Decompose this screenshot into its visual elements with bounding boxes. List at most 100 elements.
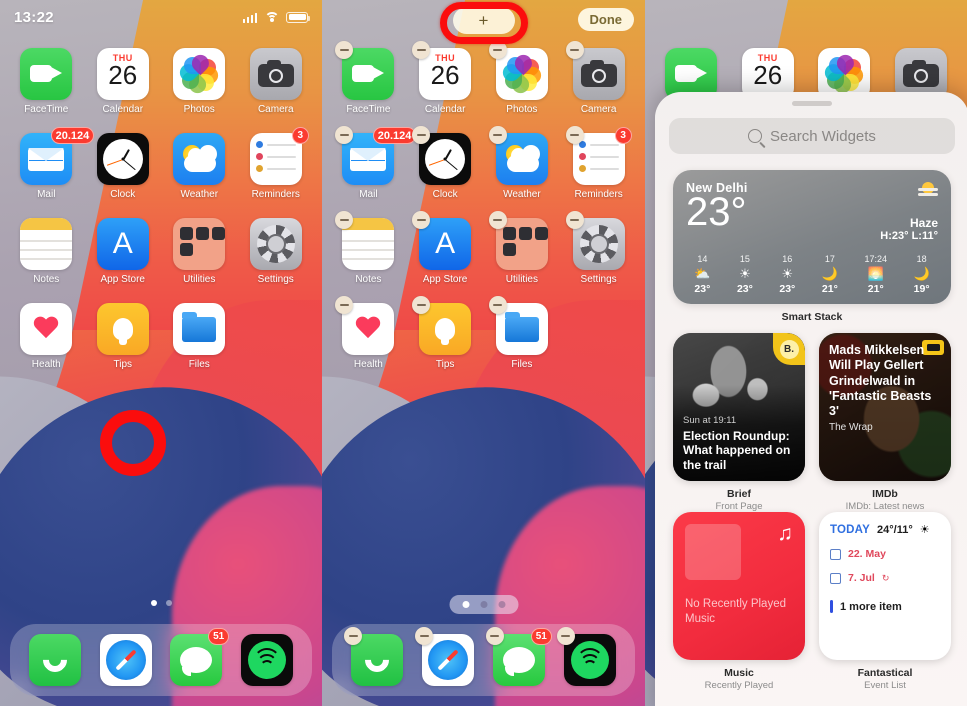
notes-icon[interactable] — [20, 218, 73, 270]
phone-panel-3: FaceTimeTHU26CalendarPhotosCamera20.124M… — [645, 0, 967, 706]
remove-app-button[interactable] — [556, 627, 575, 645]
app-reminders[interactable]: 3 Reminders — [560, 126, 637, 200]
widget-entry-imdb[interactable]: Mads Mikkelsen Will Play Gellert Grindel… — [819, 333, 951, 512]
app-files[interactable]: Files — [161, 303, 238, 370]
spotify-icon[interactable] — [240, 634, 293, 686]
tips-icon[interactable] — [96, 303, 149, 355]
page-pill-2[interactable] — [449, 595, 518, 614]
page-dot[interactable] — [498, 601, 505, 608]
page-dot[interactable] — [165, 600, 172, 606]
weather-widget-preview[interactable]: New Delhi 23° Haze H:23° L:11° 14 ⛅ 23° 15 ☀ 23° 1… — [673, 170, 951, 304]
remove-app-button[interactable] — [565, 211, 584, 229]
page-dot[interactable] — [150, 600, 157, 606]
sheet-grabber-handle[interactable] — [792, 101, 832, 106]
remove-app-button[interactable] — [565, 41, 584, 59]
widget-entry-brief[interactable]: B. Sun at 19:11 Election Roundup: What hap… — [673, 333, 805, 512]
app-settings[interactable]: Settings — [560, 211, 637, 285]
remove-app-button[interactable] — [412, 211, 431, 229]
event-checkbox[interactable] — [830, 572, 841, 584]
camera-icon[interactable] — [249, 48, 302, 100]
widget-entry-smart-stack[interactable]: New Delhi 23° Haze H:23° L:11° 14 ⛅ 23° 15 ☀ 23° 1… — [673, 170, 951, 323]
app-safari[interactable] — [415, 627, 475, 686]
app-tips[interactable]: Tips — [407, 296, 484, 370]
app-app-store[interactable]: AApp Store — [407, 211, 484, 285]
remove-app-button[interactable] — [412, 41, 431, 59]
hour-weather-icon: 🌙 — [913, 266, 930, 281]
app-phone[interactable] — [29, 634, 82, 686]
haze-sun-icon — [918, 182, 938, 196]
app-spotify[interactable] — [556, 627, 616, 686]
widget-entry-music[interactable]: ♫ No Recently Played Music Music Recently P… — [673, 512, 805, 691]
app-tips[interactable]: Tips — [85, 303, 162, 370]
app-calendar[interactable]: THU26Calendar — [407, 41, 484, 115]
page-dot[interactable] — [480, 601, 487, 608]
widget-entry-fantastical[interactable]: TODAY 24°/11° ☀ 22. May 7. Jul ↻ 1 more item Fa… — [819, 512, 951, 691]
remove-app-button[interactable] — [485, 627, 504, 645]
remove-app-button[interactable] — [488, 126, 507, 144]
remove-app-button[interactable] — [412, 126, 431, 144]
app-spotify[interactable] — [240, 634, 293, 686]
app-clock[interactable]: Clock — [407, 126, 484, 200]
app-health[interactable]: Health — [8, 303, 85, 370]
remove-app-button[interactable] — [412, 296, 431, 314]
remove-app-button[interactable] — [415, 627, 434, 645]
app-notes[interactable]: Notes — [8, 218, 85, 285]
remove-app-button[interactable] — [488, 41, 507, 59]
remove-app-button[interactable] — [488, 296, 507, 314]
app-clock[interactable]: Clock — [85, 133, 162, 200]
calendar-icon[interactable]: THU 26 — [96, 48, 149, 100]
app-messages[interactable]: 51 — [170, 628, 230, 686]
app-utilities[interactable]: Utilities — [484, 211, 561, 285]
event-checkbox[interactable] — [830, 548, 841, 560]
app-camera[interactable]: Camera — [238, 48, 315, 115]
widget-list[interactable]: New Delhi 23° Haze H:23° L:11° 14 ⛅ 23° 15 ☀ 23° 1… — [655, 154, 967, 706]
search-widgets-input[interactable]: Search Widgets — [669, 118, 955, 154]
app-reminders[interactable]: 3 Reminders — [238, 127, 315, 200]
phone-icon[interactable] — [29, 634, 82, 686]
calendar-event-row[interactable]: 7. Jul ↻ — [830, 572, 940, 584]
photos-icon[interactable] — [173, 48, 226, 100]
facetime-icon[interactable] — [20, 48, 73, 100]
app-health[interactable]: Health — [330, 296, 407, 370]
app-weather[interactable]: Weather — [484, 126, 561, 200]
app-utilities[interactable]: Utilities — [161, 218, 238, 285]
app-facetime[interactable]: FaceTime — [8, 48, 85, 115]
files-icon[interactable] — [173, 303, 226, 355]
page-dot[interactable] — [462, 601, 469, 608]
app-messages[interactable]: 51 — [485, 627, 552, 686]
remove-app-button[interactable] — [488, 211, 507, 229]
weather-icon[interactable] — [173, 133, 226, 185]
add-widget-button[interactable]: + — [452, 7, 515, 34]
app-mail[interactable]: 20.124 Mail — [8, 127, 95, 200]
app-phone[interactable] — [344, 627, 404, 686]
app-camera[interactable]: Camera — [560, 41, 637, 115]
app-store-icon[interactable]: A — [96, 218, 149, 270]
widget-subtitle: Recently Played — [704, 680, 774, 691]
app-safari[interactable] — [99, 634, 152, 686]
utilities-folder-icon[interactable] — [173, 218, 226, 270]
music-message: No Recently Played Music — [685, 598, 786, 625]
health-icon[interactable] — [20, 303, 73, 355]
app-photos[interactable]: Photos — [484, 41, 561, 115]
page-dots-1[interactable] — [0, 600, 322, 606]
app-app-store[interactable]: AApp Store — [85, 218, 162, 285]
done-button[interactable]: Done — [577, 8, 634, 31]
remove-app-button[interactable] — [565, 126, 584, 144]
music-widget-preview[interactable]: ♫ No Recently Played Music — [673, 512, 805, 660]
fantastical-widget-preview[interactable]: TODAY 24°/11° ☀ 22. May 7. Jul ↻ 1 more item — [819, 512, 951, 660]
app-notes[interactable]: Notes — [330, 211, 407, 285]
app-mail[interactable]: 20.124 Mail — [330, 126, 417, 200]
settings-icon[interactable] — [249, 218, 302, 270]
app-photos[interactable]: Photos — [161, 48, 238, 115]
imdb-widget-preview[interactable]: Mads Mikkelsen Will Play Gellert Grindel… — [819, 333, 951, 481]
app-calendar[interactable]: THU26Calendar — [85, 48, 162, 115]
app-weather[interactable]: Weather — [161, 133, 238, 200]
app-files[interactable]: Files — [484, 296, 561, 370]
app-facetime[interactable]: FaceTime — [330, 41, 407, 115]
app-settings[interactable]: Settings — [238, 218, 315, 285]
safari-icon[interactable] — [99, 634, 152, 686]
more-items-row[interactable]: 1 more item — [830, 600, 940, 613]
calendar-event-row[interactable]: 22. May — [830, 548, 940, 560]
clock-icon[interactable] — [96, 133, 149, 185]
brief-widget-preview[interactable]: B. Sun at 19:11 Election Roundup: What hap… — [673, 333, 805, 481]
